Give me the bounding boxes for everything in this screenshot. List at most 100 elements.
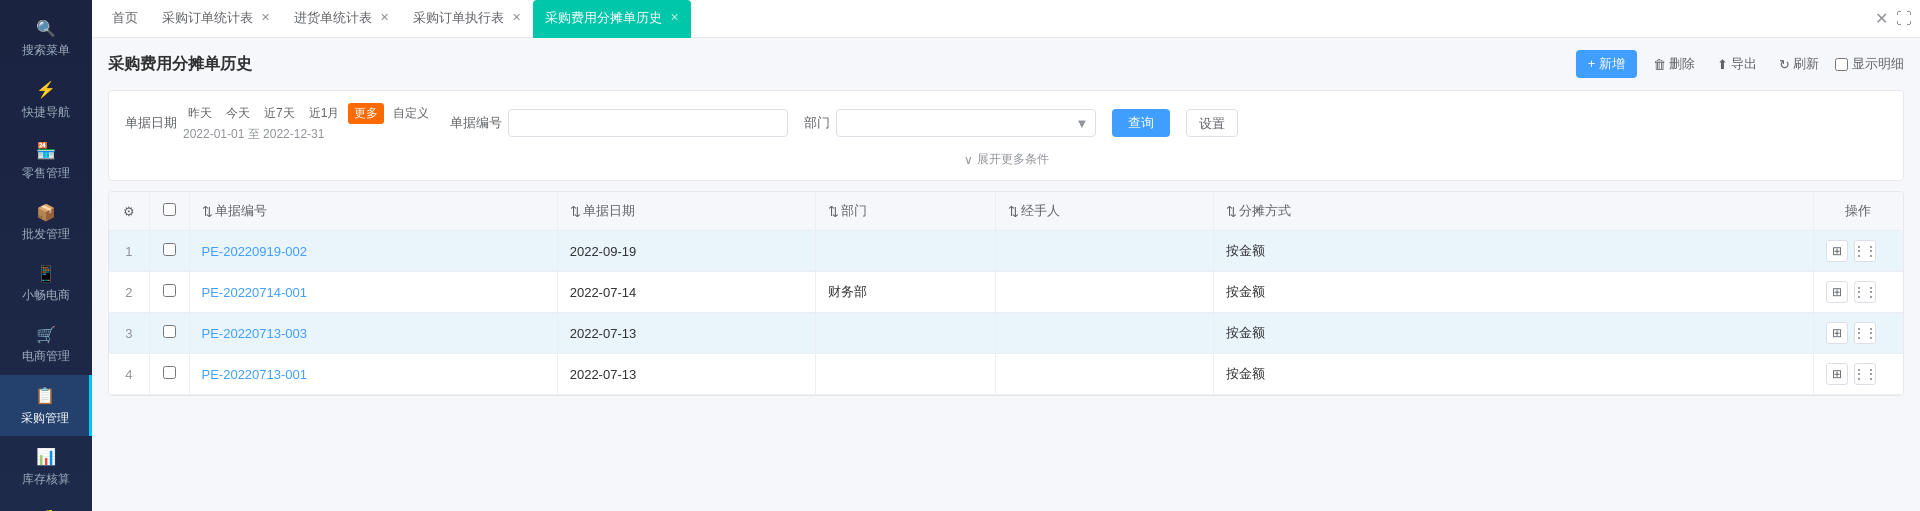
- tab-close-purchase-order-exec[interactable]: ✕: [512, 11, 521, 24]
- date-btn-today[interactable]: 今天: [221, 103, 255, 124]
- date-top: 昨天 今天 近7天 近1月 更多 自定义: [183, 103, 434, 124]
- chevron-down-icon: ∨: [964, 153, 973, 167]
- export-icon: ⬆: [1717, 57, 1728, 72]
- doc-num-filter: 单据编号: [450, 109, 788, 137]
- dept-label: 部门: [804, 114, 830, 132]
- row-dept-3: [815, 354, 996, 395]
- action-icons-0: ⊞ ⋮⋮: [1826, 240, 1892, 262]
- tab-close-purchase-order-stats[interactable]: ✕: [261, 11, 270, 24]
- doc-num-link-3[interactable]: PE-20220713-001: [202, 367, 308, 382]
- tab-purchase-order-stats[interactable]: 采购订单统计表✕: [150, 0, 282, 38]
- th-handler[interactable]: ⇅ 经手人: [996, 192, 1213, 231]
- date-btn-7days[interactable]: 近7天: [259, 103, 300, 124]
- export-button[interactable]: ⬆ 导出: [1711, 52, 1763, 76]
- sidebar-item-mobile-ecom[interactable]: 📱小畅电商: [0, 253, 92, 314]
- row-checkbox-3[interactable]: [149, 354, 189, 395]
- more-icon-2[interactable]: ⋮⋮: [1854, 322, 1876, 344]
- sort-doc-num[interactable]: ⇅ 单据编号: [202, 202, 545, 220]
- query-button[interactable]: 查询: [1112, 109, 1170, 137]
- row-split-method-1: 按金额: [1213, 272, 1813, 313]
- row-doc-num-2: PE-20220713-003: [189, 313, 557, 354]
- dept-input[interactable]: [836, 109, 1096, 137]
- sidebar-item-quick-nav[interactable]: ⚡快捷导航: [0, 69, 92, 130]
- th-doc-num[interactable]: ⇅ 单据编号: [189, 192, 557, 231]
- row-split-method-2: 按金额: [1213, 313, 1813, 354]
- more-icon-1[interactable]: ⋮⋮: [1854, 281, 1876, 303]
- row-split-method-3: 按金额: [1213, 354, 1813, 395]
- th-gear[interactable]: ⚙: [109, 192, 149, 231]
- th-dept[interactable]: ⇅ 部门: [815, 192, 996, 231]
- row-checkbox-1[interactable]: [149, 272, 189, 313]
- th-doc-date[interactable]: ⇅ 单据日期: [557, 192, 815, 231]
- tab-close-purchase-fee-history[interactable]: ✕: [670, 11, 679, 24]
- th-checkbox[interactable]: [149, 192, 189, 231]
- view-icon-3[interactable]: ⊞: [1826, 363, 1848, 385]
- row-num-2: 3: [109, 313, 149, 354]
- settings-button[interactable]: 设置: [1186, 109, 1238, 137]
- sidebar-item-finance-mgmt[interactable]: 💰资金管理: [0, 498, 92, 512]
- add-button[interactable]: + 新增: [1576, 50, 1637, 78]
- select-all-checkbox[interactable]: [163, 203, 176, 216]
- row-dept-2: [815, 313, 996, 354]
- sort-dept[interactable]: ⇅ 部门: [828, 202, 984, 220]
- more-icon-3[interactable]: ⋮⋮: [1854, 363, 1876, 385]
- view-icon-1[interactable]: ⊞: [1826, 281, 1848, 303]
- row-actions-1: ⊞ ⋮⋮: [1813, 272, 1903, 313]
- table-row: 2 PE-20220714-001 2022-07-14 财务部 按金额 ⊞ ⋮…: [109, 272, 1903, 313]
- tab-purchase-order-exec[interactable]: 采购订单执行表✕: [401, 0, 533, 38]
- query-actions: 查询: [1112, 109, 1170, 137]
- sidebar-icon-retail-mgmt: 🏪: [4, 140, 88, 162]
- date-label: 单据日期: [125, 114, 177, 132]
- sidebar-item-purchase-mgmt[interactable]: 📋采购管理: [0, 375, 92, 436]
- toolbar: + 新增 🗑 删除 ⬆ 导出 ↻ 刷新 显示明细: [1576, 50, 1904, 78]
- show-cols-toggle[interactable]: 显示明细: [1835, 55, 1904, 73]
- sidebar-item-wholesale-mgmt[interactable]: 📦批发管理: [0, 192, 92, 253]
- date-btn-1month[interactable]: 近1月: [304, 103, 345, 124]
- sidebar-item-ecom-mgmt[interactable]: 🛒电商管理: [0, 314, 92, 375]
- more-icon-0[interactable]: ⋮⋮: [1854, 240, 1876, 262]
- tab-home[interactable]: 首页: [100, 0, 150, 38]
- th-split-method[interactable]: ⇅ 分摊方式: [1213, 192, 1813, 231]
- view-icon-2[interactable]: ⊞: [1826, 322, 1848, 344]
- tab-label-stock-stats: 进货单统计表: [294, 9, 372, 27]
- refresh-button[interactable]: ↻ 刷新: [1773, 52, 1825, 76]
- maximize-icon[interactable]: ⛶: [1896, 10, 1912, 28]
- doc-num-link-0[interactable]: PE-20220919-002: [202, 244, 308, 259]
- tab-close-stock-stats[interactable]: ✕: [380, 11, 389, 24]
- doc-num-link-2[interactable]: PE-20220713-003: [202, 326, 308, 341]
- sort-handler[interactable]: ⇅ 经手人: [1008, 202, 1200, 220]
- date-btn-more[interactable]: 更多: [348, 103, 384, 124]
- expand-more-btn[interactable]: ∨ 展开更多条件: [125, 151, 1887, 168]
- doc-num-label: 单据编号: [450, 114, 502, 132]
- row-split-method-0: 按金额: [1213, 231, 1813, 272]
- sidebar-icon-ecom-mgmt: 🛒: [4, 324, 88, 346]
- row-handler-1: [996, 272, 1213, 313]
- sidebar-icon-mobile-ecom: 📱: [4, 263, 88, 285]
- date-btn-yesterday[interactable]: 昨天: [183, 103, 217, 124]
- row-dept-1: 财务部: [815, 272, 996, 313]
- doc-num-input[interactable]: [508, 109, 788, 137]
- sidebar-item-retail-mgmt[interactable]: 🏪零售管理: [0, 130, 92, 191]
- view-icon-0[interactable]: ⊞: [1826, 240, 1848, 262]
- sidebar-item-inventory[interactable]: 📊库存核算: [0, 436, 92, 497]
- show-cols-checkbox[interactable]: [1835, 58, 1848, 71]
- tab-bar: 首页采购订单统计表✕进货单统计表✕采购订单执行表✕采购费用分摊单历史✕ ✕ ⛶: [92, 0, 1920, 38]
- sort-doc-date[interactable]: ⇅ 单据日期: [570, 202, 803, 220]
- action-icons-3: ⊞ ⋮⋮: [1826, 363, 1892, 385]
- tab-stock-stats[interactable]: 进货单统计表 ✕: [282, 0, 401, 38]
- close-window-icon[interactable]: ✕: [1875, 9, 1888, 28]
- tab-purchase-fee-history[interactable]: 采购费用分摊单历史 ✕: [533, 0, 691, 38]
- delete-button[interactable]: 🗑 删除: [1647, 52, 1701, 76]
- sidebar-item-search-menu[interactable]: 🔍搜索菜单: [0, 8, 92, 69]
- sort-split-method[interactable]: ⇅ 分摊方式: [1226, 202, 1801, 220]
- row-checkbox-2[interactable]: [149, 313, 189, 354]
- table-body: 1 PE-20220919-002 2022-09-19 按金额 ⊞ ⋮⋮ 2 …: [109, 231, 1903, 395]
- action-icons-1: ⊞ ⋮⋮: [1826, 281, 1892, 303]
- sidebar-icon-finance-mgmt: 💰: [4, 508, 88, 512]
- tab-label-purchase-fee-history: 采购费用分摊单历史: [545, 9, 662, 27]
- sidebar-icon-search-menu: 🔍: [4, 18, 88, 40]
- data-table: ⚙ ⇅ 单据编号 ⇅ 单据日期: [108, 191, 1904, 396]
- row-checkbox-0[interactable]: [149, 231, 189, 272]
- doc-num-link-1[interactable]: PE-20220714-001: [202, 285, 308, 300]
- date-btn-custom[interactable]: 自定义: [388, 103, 434, 124]
